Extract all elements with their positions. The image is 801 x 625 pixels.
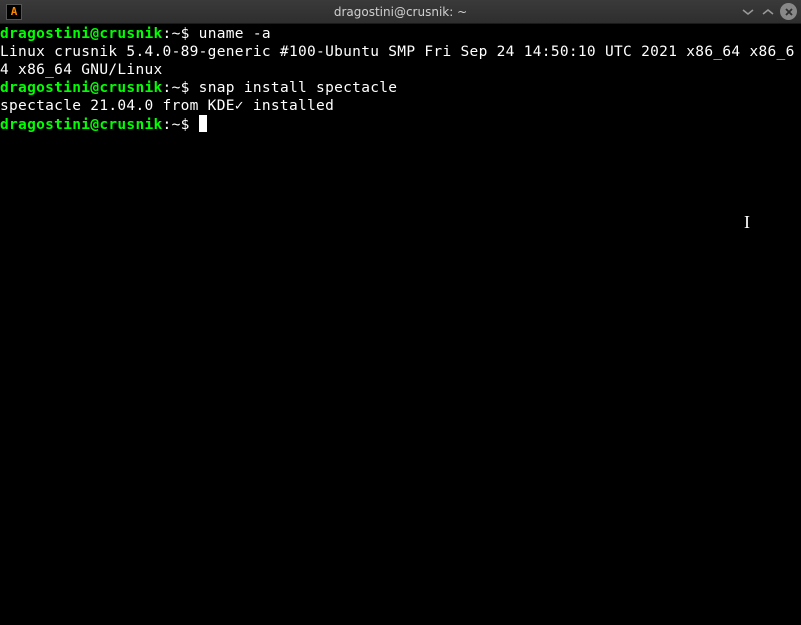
text-cursor-icon: I [744, 213, 750, 231]
prompt-dollar: $ [181, 117, 199, 133]
prompt-user-host: dragostini@crusnik [0, 26, 163, 42]
chevron-up-icon [762, 8, 774, 16]
terminal-line: dragostini@crusnik:~$ [0, 115, 801, 134]
prompt-separator: : [163, 80, 172, 96]
window-title: dragostini@crusnik: ~ [334, 5, 467, 19]
close-button[interactable] [780, 3, 797, 20]
prompt-path: ~ [172, 117, 181, 133]
minimize-button[interactable] [740, 4, 756, 20]
command-text: uname -a [199, 26, 271, 42]
window-titlebar[interactable]: A dragostini@crusnik: ~ [0, 0, 801, 24]
block-cursor [199, 115, 208, 132]
prompt-user-host: dragostini@crusnik [0, 117, 163, 133]
maximize-button[interactable] [760, 4, 776, 20]
terminal-content[interactable]: dragostini@crusnik:~$ uname -a Linux cru… [0, 24, 801, 625]
window-controls [740, 3, 797, 20]
prompt-separator: : [163, 26, 172, 42]
terminal-line: dragostini@crusnik:~$ uname -a [0, 25, 801, 43]
terminal-output: spectacle 21.04.0 from KDE✓ installed [0, 97, 801, 115]
chevron-down-icon [742, 8, 754, 16]
prompt-dollar: $ [181, 26, 199, 42]
prompt-path: ~ [172, 26, 181, 42]
prompt-separator: : [163, 117, 172, 133]
app-icon: A [6, 4, 22, 20]
app-icon-glyph: A [11, 6, 18, 17]
terminal-output: Linux crusnik 5.4.0-89-generic #100-Ubun… [0, 43, 801, 79]
command-text: snap install spectacle [199, 80, 398, 96]
prompt-dollar: $ [181, 80, 199, 96]
prompt-path: ~ [172, 80, 181, 96]
prompt-user-host: dragostini@crusnik [0, 80, 163, 96]
close-icon [784, 7, 794, 17]
terminal-line: dragostini@crusnik:~$ snap install spect… [0, 79, 801, 97]
